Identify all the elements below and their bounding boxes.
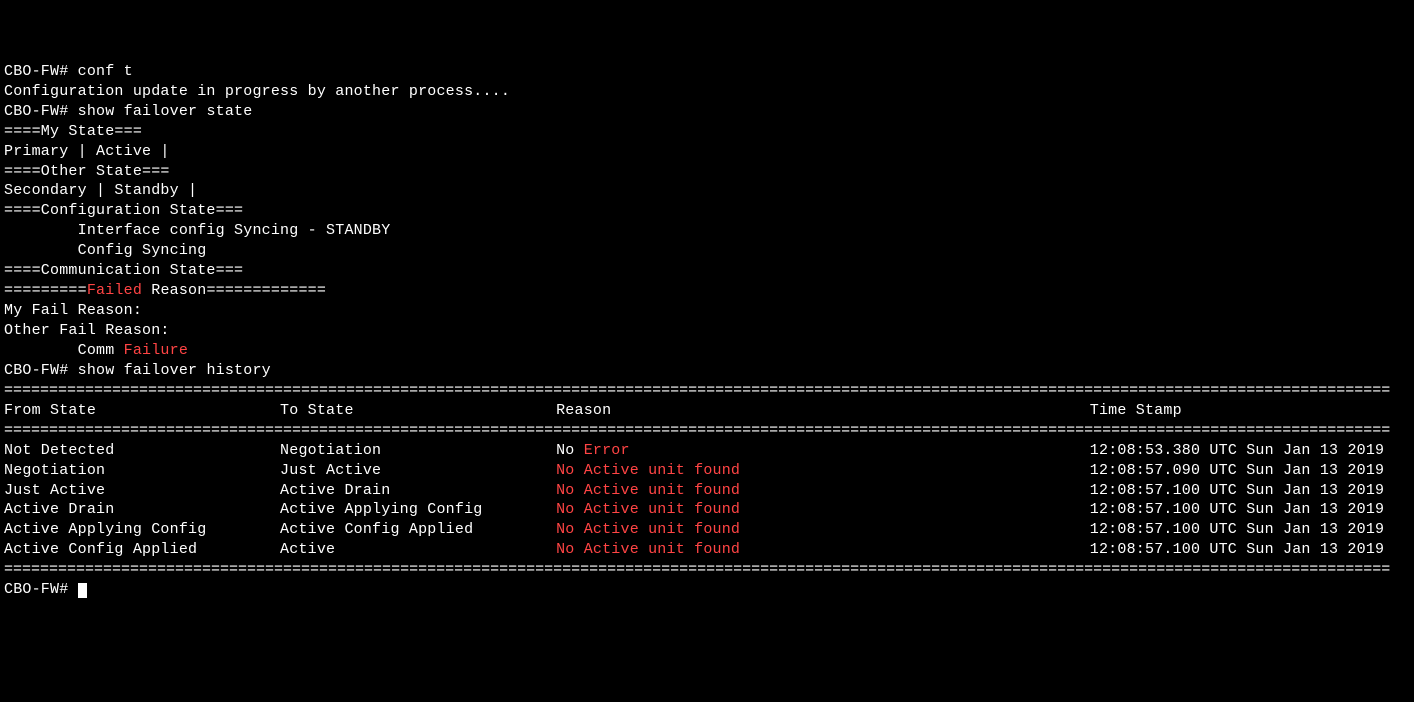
command-line: show failover history <box>78 362 271 379</box>
cell-to-state: Active <box>280 541 556 558</box>
reason-highlight: No Active unit found <box>556 482 740 499</box>
cell-timestamp: 12:08:57.100 UTC Sun Jan 13 2019 <box>1090 521 1384 538</box>
table-row: Negotiation Just Active No Active unit f… <box>4 462 1384 479</box>
table-row: Just Active Active Drain No Active unit … <box>4 482 1384 499</box>
failure-word: Failure <box>124 342 188 359</box>
cell-timestamp: 12:08:57.100 UTC Sun Jan 13 2019 <box>1090 501 1384 518</box>
reason-highlight: No Active unit found <box>556 462 740 479</box>
separator-line: ========================================… <box>4 422 1390 439</box>
cell-from-state: Active Config Applied <box>4 541 280 558</box>
separator-line: ========================================… <box>4 382 1390 399</box>
terminal-output: CBO-FW# conf t Configuration update in p… <box>4 62 1410 600</box>
comm-line: Comm Failure <box>4 342 188 359</box>
cell-reason: No Error <box>556 442 1090 459</box>
reason-highlight: Error <box>584 442 630 459</box>
config-line: Config Syncing <box>4 242 206 259</box>
cell-to-state: Active Config Applied <box>280 521 556 538</box>
cell-timestamp: 12:08:57.090 UTC Sun Jan 13 2019 <box>1090 462 1384 479</box>
table-row: Active Drain Active Applying Config No A… <box>4 501 1384 518</box>
reason-highlight: No Active unit found <box>556 501 740 518</box>
prompt: CBO-FW# <box>4 63 78 80</box>
prompt: CBO-FW# <box>4 581 78 598</box>
cell-from-state: Active Drain <box>4 501 280 518</box>
command-line: conf t <box>78 63 133 80</box>
message-line: Configuration update in progress by anot… <box>4 83 510 100</box>
cursor[interactable] <box>78 583 87 598</box>
prompt: CBO-FW# <box>4 362 78 379</box>
table-row: Active Applying Config Active Config App… <box>4 521 1384 538</box>
prompt: CBO-FW# <box>4 103 78 120</box>
section-header: ====Configuration State=== <box>4 202 243 219</box>
table-header: From State To State Reason Time Stamp <box>4 402 1182 419</box>
cell-reason: No Active unit found <box>556 541 1090 558</box>
cell-to-state: Active Applying Config <box>280 501 556 518</box>
cell-from-state: Not Detected <box>4 442 280 459</box>
separator-line: ========================================… <box>4 561 1390 578</box>
table-row: Not Detected Negotiation No Error 12:08:… <box>4 442 1384 459</box>
state-line: Primary | Active | <box>4 143 170 160</box>
section-header: ====Communication State=== <box>4 262 243 279</box>
failed-line: =========Failed Reason============= <box>4 282 326 299</box>
cell-from-state: Negotiation <box>4 462 280 479</box>
section-header: ====My State=== <box>4 123 142 140</box>
cell-reason: No Active unit found <box>556 482 1090 499</box>
reason-highlight: No Active unit found <box>556 541 740 558</box>
cell-timestamp: 12:08:53.380 UTC Sun Jan 13 2019 <box>1090 442 1384 459</box>
reason-highlight: No Active unit found <box>556 521 740 538</box>
state-line: Secondary | Standby | <box>4 182 197 199</box>
cell-reason: No Active unit found <box>556 462 1090 479</box>
cell-to-state: Just Active <box>280 462 556 479</box>
cell-to-state: Active Drain <box>280 482 556 499</box>
cell-timestamp: 12:08:57.100 UTC Sun Jan 13 2019 <box>1090 541 1384 558</box>
cell-from-state: Active Applying Config <box>4 521 280 538</box>
cell-timestamp: 12:08:57.100 UTC Sun Jan 13 2019 <box>1090 482 1384 499</box>
command-line: show failover state <box>78 103 253 120</box>
failed-word: Failed <box>87 282 142 299</box>
config-line: Interface config Syncing - STANDBY <box>4 222 390 239</box>
cell-from-state: Just Active <box>4 482 280 499</box>
history-table-body: Not Detected Negotiation No Error 12:08:… <box>4 441 1410 561</box>
section-header: ====Other State=== <box>4 163 170 180</box>
table-row: Active Config Applied Active No Active u… <box>4 541 1384 558</box>
fail-reason-line: My Fail Reason: <box>4 302 142 319</box>
cell-reason: No Active unit found <box>556 521 1090 538</box>
cell-to-state: Negotiation <box>280 442 556 459</box>
fail-reason-line: Other Fail Reason: <box>4 322 170 339</box>
cell-reason: No Active unit found <box>556 501 1090 518</box>
